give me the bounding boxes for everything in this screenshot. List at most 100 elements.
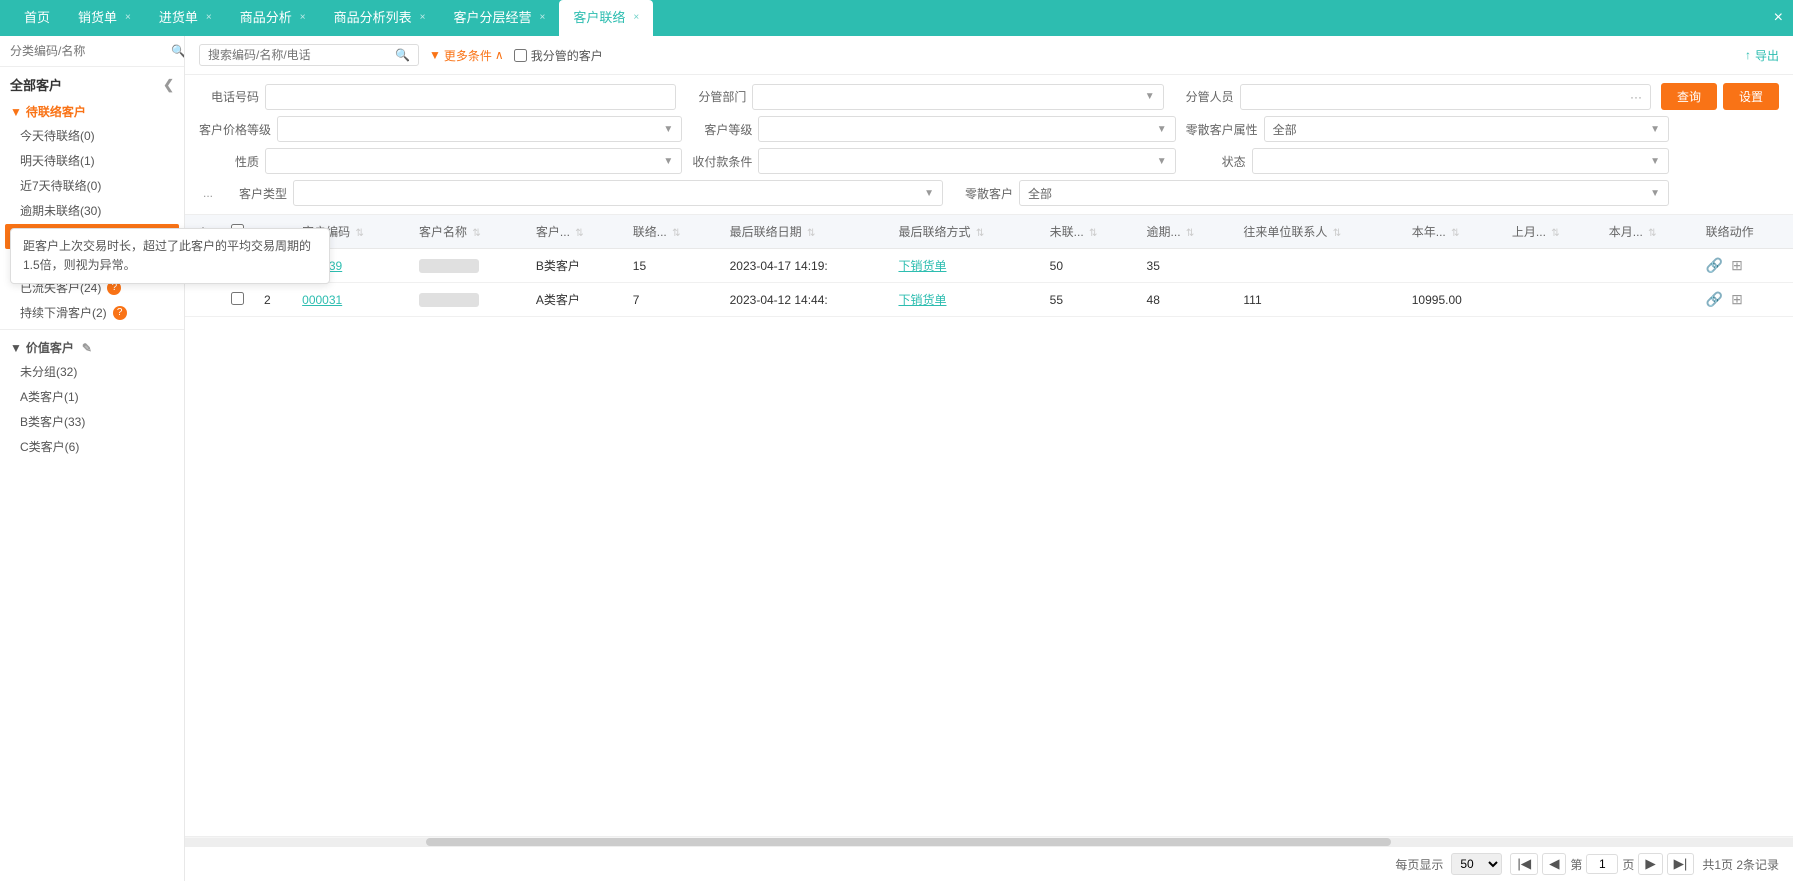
last-method-sort-icon[interactable]: ⇅ [976, 228, 984, 239]
scroll-thumb[interactable] [426, 838, 1391, 846]
export-button[interactable]: ↑ 导出 [1745, 47, 1779, 64]
row2-last-method[interactable]: 下销货单 [888, 283, 1039, 317]
pagination-last-button[interactable]: ▶| [1667, 853, 1695, 875]
nav-product-analysis[interactable]: 商品分析 × [226, 0, 320, 36]
horizontal-scrollbar[interactable] [185, 836, 1793, 846]
retail-attr-select[interactable]: 全部 ▼ [1264, 116, 1669, 142]
pagination-prev-button[interactable]: ◀ [1542, 853, 1566, 875]
settings-button[interactable]: 设置 [1723, 83, 1779, 110]
uncontacted-sort-icon[interactable]: ⇅ [1089, 228, 1097, 239]
filter-buttons: 查询 设置 [1661, 83, 1779, 110]
sidebar-item-class-c[interactable]: C类客户(6) [0, 434, 184, 459]
sidebar: 🔍 全部客户 ❮ ▼ 待联络客户 今天待联络(0) 明天待联络(1) 近7天待联… [0, 36, 185, 881]
nav-customer-contact[interactable]: 客户联络 × [559, 0, 653, 36]
row1-link-icon[interactable]: 🔗 [1706, 257, 1723, 274]
pagination-next-button[interactable]: ▶ [1638, 853, 1662, 875]
last-date-sort-icon[interactable]: ⇅ [807, 228, 815, 239]
sidebar-search-icon[interactable]: 🔍 [171, 44, 185, 58]
row2-more-icon[interactable]: ⊞ [1731, 291, 1743, 308]
main-layout: 🔍 全部客户 ❮ ▼ 待联络客户 今天待联络(0) 明天待联络(1) 近7天待联… [0, 36, 1793, 881]
nav-customer-contact-close[interactable]: × [633, 0, 639, 36]
sidebar-item-7days[interactable]: 近7天待联络(0) [0, 173, 184, 198]
table-container: ⚙ 客户编码 ⇅ 客户名称 ⇅ 客户... ⇅ [185, 215, 1793, 836]
name-sort-icon[interactable]: ⇅ [472, 228, 480, 239]
grade-select[interactable]: ▼ [758, 116, 1175, 142]
row1-last-month [1502, 249, 1599, 283]
sidebar-item-tomorrow[interactable]: 明天待联络(1) [0, 148, 184, 173]
retail-customer-select[interactable]: 全部 ▼ [1019, 180, 1669, 206]
nav-product-analysis-close[interactable]: × [300, 0, 306, 36]
staff-select[interactable]: ··· [1240, 84, 1651, 110]
sidebar-item-overdue[interactable]: 逾期未联络(30) [0, 198, 184, 223]
pagination-first-button[interactable]: |◀ [1510, 853, 1538, 875]
row1-this-year [1402, 249, 1502, 283]
unit-contact-sort-icon[interactable]: ⇅ [1333, 228, 1341, 239]
customer-type-select[interactable]: ▼ [293, 180, 943, 206]
my-customers-checkbox[interactable]: 我分管的客户 [514, 47, 603, 64]
sidebar-pending-contact-group[interactable]: ▼ 待联络客户 [0, 98, 184, 123]
nav-purchase-order[interactable]: 进货单 × [145, 0, 226, 36]
nav-customer-stratification-close[interactable]: × [539, 0, 545, 36]
sidebar-search-area: 🔍 [0, 36, 184, 67]
sidebar-item-ungrouped[interactable]: 未分组(32) [0, 359, 184, 384]
table-header-row: ⚙ 客户编码 ⇅ 客户名称 ⇅ 客户... ⇅ [185, 215, 1793, 249]
nav-sales-order-close[interactable]: × [125, 0, 131, 36]
col-last-method: 最后联络方式 ⇅ [888, 215, 1039, 249]
col-unit-contact: 往来单位联系人 ⇅ [1233, 215, 1401, 249]
last-month-sort-icon[interactable]: ⇅ [1551, 228, 1559, 239]
contact-sort-icon[interactable]: ⇅ [672, 228, 680, 239]
row2-last-date: 2023-04-12 14:44: [720, 283, 889, 317]
payment-chevron-icon: ▼ [1157, 156, 1167, 167]
type-sort-icon[interactable]: ⇅ [575, 228, 583, 239]
sidebar-item-class-a[interactable]: A类客户(1) [0, 384, 184, 409]
chevron-down-icon: ∧ [495, 48, 504, 62]
payment-select[interactable]: ▼ [758, 148, 1175, 174]
status-select[interactable]: ▼ [1252, 148, 1669, 174]
row1-last-method[interactable]: 下销货单 [888, 249, 1039, 283]
nav-purchase-order-close[interactable]: × [206, 0, 212, 36]
code-sort-icon[interactable]: ⇅ [356, 228, 364, 239]
sidebar-collapse-icon[interactable]: ❮ [163, 77, 174, 93]
more-conditions-button[interactable]: ▼ 更多条件 ∧ [429, 47, 504, 64]
sidebar-value-customer-group[interactable]: ▼ 价值客户 ✎ [0, 334, 184, 359]
row2-code[interactable]: 000031 [292, 283, 409, 317]
sidebar-search-input[interactable] [10, 44, 165, 58]
this-month-sort-icon[interactable]: ⇅ [1648, 228, 1656, 239]
my-customers-check[interactable] [514, 49, 527, 62]
per-page-select[interactable]: 50 100 200 [1451, 853, 1502, 875]
staff-dots-icon: ··· [1630, 90, 1642, 104]
col-contact: 联络... ⇅ [623, 215, 720, 249]
row1-overdue: 35 [1137, 249, 1234, 283]
overdue-sort-icon[interactable]: ⇅ [1186, 228, 1194, 239]
sidebar-all-customers[interactable]: 全部客户 ❮ [0, 67, 184, 98]
toolbar: 🔍 ▼ 更多条件 ∧ 我分管的客户 ↑ 导出 [185, 36, 1793, 75]
sidebar-item-declining[interactable]: 持续下滑客户(2) ? [0, 300, 184, 325]
col-type: 客户... ⇅ [526, 215, 623, 249]
nav-product-analysis-list-close[interactable]: × [420, 0, 426, 36]
row2-uncontacted: 55 [1040, 283, 1137, 317]
search-input[interactable] [208, 48, 390, 62]
col-uncontacted: 未联... ⇅ [1040, 215, 1137, 249]
value-customer-edit-icon[interactable]: ✎ [82, 341, 92, 355]
this-year-sort-icon[interactable]: ⇅ [1451, 228, 1459, 239]
sidebar-item-today[interactable]: 今天待联络(0) [0, 123, 184, 148]
row2-link-icon[interactable]: 🔗 [1706, 291, 1723, 308]
gender-select[interactable]: ▼ [265, 148, 682, 174]
price-grade-select[interactable]: ▼ [277, 116, 682, 142]
dept-select[interactable]: ▼ [752, 84, 1163, 110]
filter-price-grade: 客户价格等级 ▼ [199, 116, 682, 142]
phone-input[interactable] [265, 84, 676, 110]
page-number-input[interactable] [1586, 854, 1618, 874]
row1-more-icon[interactable]: ⊞ [1731, 257, 1743, 274]
nav-customer-stratification[interactable]: 客户分层经营 × [439, 0, 559, 36]
search-box-icon: 🔍 [395, 48, 410, 62]
query-button[interactable]: 查询 [1661, 83, 1717, 110]
search-box[interactable]: 🔍 [199, 44, 419, 66]
filter-dots[interactable]: ... [199, 186, 217, 200]
sidebar-item-class-b[interactable]: B类客户(33) [0, 409, 184, 434]
row2-checkbox[interactable] [221, 283, 254, 317]
close-all-tabs-button[interactable]: × [1774, 9, 1783, 27]
nav-product-analysis-list[interactable]: 商品分析列表 × [320, 0, 440, 36]
nav-sales-order[interactable]: 销货单 × [64, 0, 145, 36]
nav-home[interactable]: 首页 [10, 0, 64, 36]
